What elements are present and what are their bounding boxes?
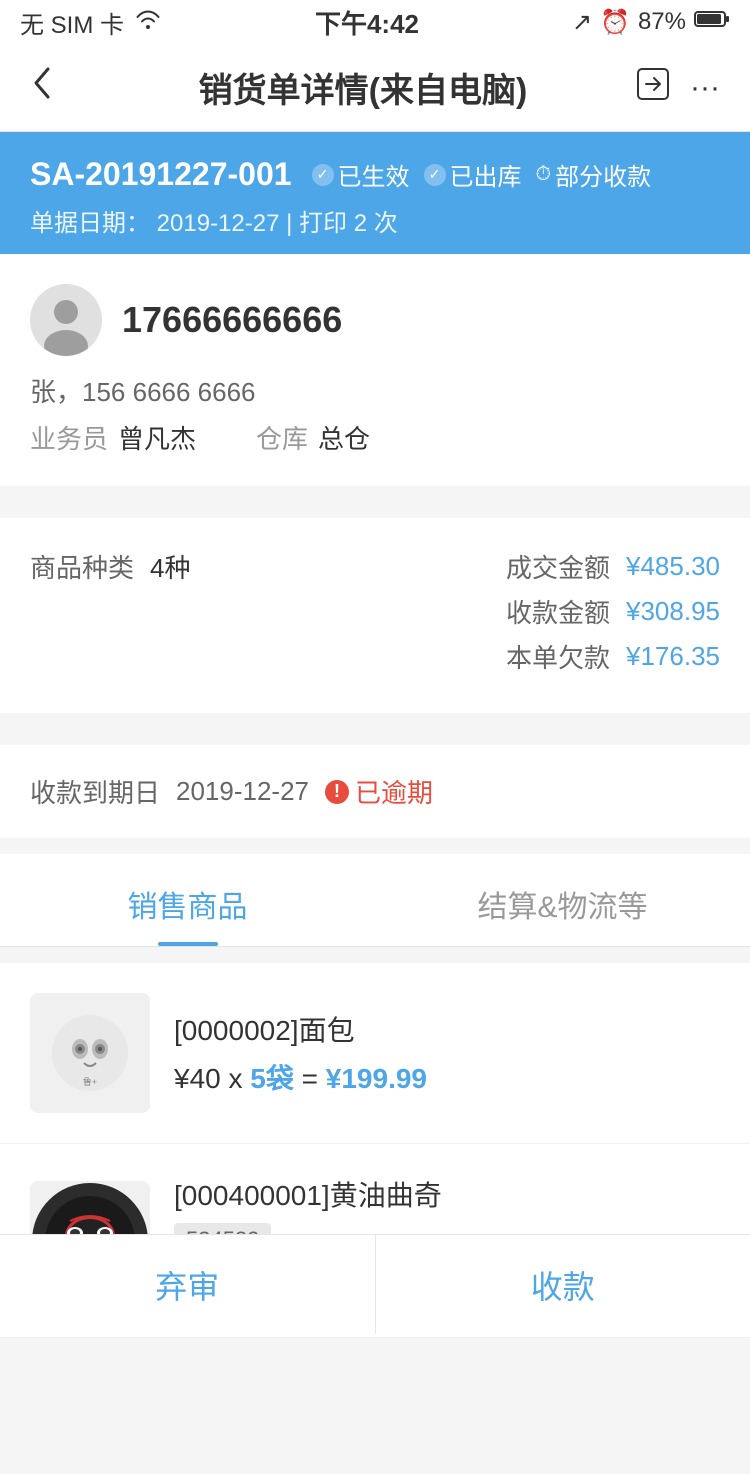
nav-bar: 销货单详情(来自电脑) ··· bbox=[0, 44, 750, 132]
product-name-1: [0000002]面包 bbox=[174, 1009, 720, 1049]
salesperson-info: 业务员 曾凡杰 bbox=[30, 419, 196, 456]
order-id: SA-20191227-001 bbox=[30, 156, 292, 193]
battery-icon bbox=[694, 8, 730, 36]
product-info-1: [0000002]面包 ¥40 x 5袋 = ¥199.99 bbox=[174, 1009, 720, 1097]
customer-id: 17666666666 bbox=[122, 299, 342, 341]
status-shipped: ✓ 已出库 bbox=[424, 157, 522, 192]
status-effected: ✓ 已生效 bbox=[312, 157, 410, 192]
warehouse-info: 仓库 总仓 bbox=[256, 419, 370, 456]
warehouse-value: 总仓 bbox=[318, 419, 370, 456]
share-button[interactable] bbox=[636, 67, 670, 109]
wifi-icon bbox=[134, 8, 162, 37]
separator-1 bbox=[0, 502, 750, 518]
item-count: 4种 bbox=[150, 548, 190, 585]
separator-2 bbox=[0, 729, 750, 745]
salesperson-value: 曾凡杰 bbox=[118, 419, 196, 456]
location-icon: ↗ bbox=[572, 8, 592, 37]
tab-settlement[interactable]: 结算&物流等 bbox=[375, 854, 750, 946]
status-tags: ✓ 已生效 ✓ 已出库 ⏱ 部分收款 bbox=[312, 157, 652, 192]
debt-amount: ¥176.35 bbox=[626, 641, 720, 672]
transaction-amount: ¥485.30 bbox=[626, 551, 720, 582]
product-total-1: ¥199.99 bbox=[326, 1063, 427, 1094]
banner-date: 单据日期： 2019-12-27 | 打印 2 次 bbox=[30, 203, 720, 238]
product-price-1: ¥40 x 5袋 = ¥199.99 bbox=[174, 1057, 720, 1097]
item-type-row: 商品种类 4种 bbox=[30, 548, 190, 585]
customer-header: 17666666666 bbox=[30, 284, 720, 356]
overdue-text: 已逾期 bbox=[355, 773, 433, 810]
cancel-button[interactable]: 弃审 bbox=[0, 1235, 376, 1334]
due-date-value: 2019-12-27 bbox=[176, 776, 309, 807]
more-button[interactable]: ··· bbox=[690, 71, 720, 105]
debt-row: 本单欠款 ¥176.35 bbox=[506, 638, 720, 675]
overdue-icon: ! bbox=[325, 780, 349, 804]
battery-label: 87% bbox=[638, 8, 686, 36]
bottom-spacer bbox=[0, 1354, 750, 1474]
stats-section: 商品种类 4种 成交金额 ¥485.30 收款金额 ¥308.95 本单欠款 ¥… bbox=[0, 518, 750, 713]
status-bar: 无 SIM 卡 下午4:42 ↗ ⏰ 87% bbox=[0, 0, 750, 44]
status-left: 无 SIM 卡 bbox=[20, 5, 162, 40]
product-thumb-1: 鲁+ bbox=[30, 993, 150, 1113]
tab-sales-products[interactable]: 销售商品 bbox=[0, 854, 375, 946]
overdue-badge: ! 已逾期 bbox=[325, 773, 433, 810]
product-name-2: [000400001]黄油曲奇 bbox=[174, 1174, 720, 1214]
transaction-row: 成交金额 ¥485.30 bbox=[506, 548, 720, 585]
clock-icon: ⏱ bbox=[536, 163, 552, 186]
carrier-label: 无 SIM 卡 bbox=[20, 5, 124, 40]
stats-left: 商品种类 4种 bbox=[30, 548, 190, 593]
alarm-icon: ⏰ bbox=[600, 8, 630, 37]
stats-right: 成交金额 ¥485.30 收款金额 ¥308.95 本单欠款 ¥176.35 bbox=[506, 548, 720, 683]
confirm-button[interactable]: 收款 bbox=[376, 1235, 750, 1334]
customer-section: 17666666666 张，156 6666 6666 业务员 曾凡杰 仓库 总… bbox=[0, 254, 750, 486]
page-title: 销货单详情(来自电脑) bbox=[90, 63, 636, 112]
customer-meta: 业务员 曾凡杰 仓库 总仓 bbox=[30, 419, 720, 456]
header-banner: SA-20191227-001 ✓ 已生效 ✓ 已出库 ⏱ 部分收款 单据日期：… bbox=[0, 132, 750, 254]
product-qty-1: 5袋 bbox=[250, 1063, 294, 1094]
svg-text:鲁+: 鲁+ bbox=[83, 1076, 97, 1087]
banner-top: SA-20191227-001 ✓ 已生效 ✓ 已出库 ⏱ 部分收款 bbox=[30, 156, 720, 193]
tabs-section: 销售商品 结算&物流等 bbox=[0, 854, 750, 947]
status-right: ↗ ⏰ 87% bbox=[572, 8, 730, 37]
separator-3 bbox=[0, 846, 750, 854]
payment-amount: ¥308.95 bbox=[626, 596, 720, 627]
avatar bbox=[30, 284, 102, 356]
table-row: 鲁+ [0000002]面包 ¥40 x 5袋 = ¥199.99 bbox=[0, 963, 750, 1144]
time-display: 下午4:42 bbox=[315, 4, 419, 41]
due-date-section: 收款到期日 2019-12-27 ! 已逾期 bbox=[0, 745, 750, 838]
due-date-label: 收款到期日 bbox=[30, 773, 160, 810]
nav-actions: ··· bbox=[636, 67, 720, 109]
check-icon-2: ✓ bbox=[424, 164, 446, 186]
status-partial-payment: ⏱ 部分收款 bbox=[536, 157, 652, 192]
bottom-bar: 弃审 收款 bbox=[0, 1234, 750, 1334]
customer-contact: 张，156 6666 6666 bbox=[30, 372, 720, 409]
check-icon-1: ✓ bbox=[312, 164, 334, 186]
payment-row: 收款金额 ¥308.95 bbox=[506, 593, 720, 630]
back-button[interactable] bbox=[30, 63, 90, 112]
